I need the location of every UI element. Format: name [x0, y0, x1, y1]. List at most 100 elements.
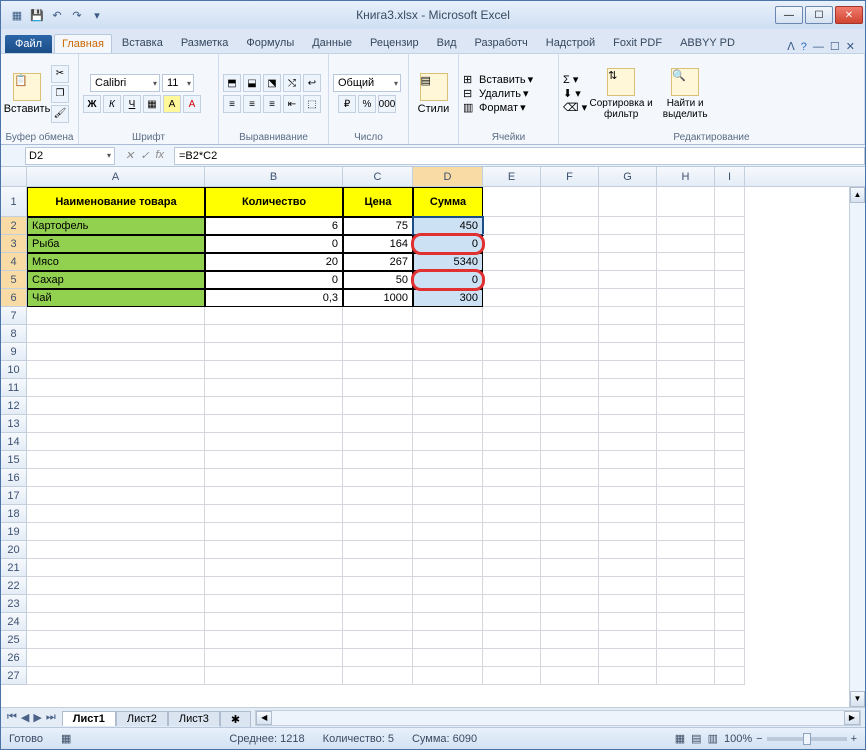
cell-B8[interactable]: [205, 325, 343, 343]
cell-C12[interactable]: [343, 397, 413, 415]
col-header-I[interactable]: I: [715, 167, 745, 186]
cell-A5[interactable]: Сахар: [27, 271, 205, 289]
cell-E20[interactable]: [483, 541, 541, 559]
help-icon[interactable]: ?: [801, 41, 807, 53]
cell-F9[interactable]: [541, 343, 599, 361]
cell-C17[interactable]: [343, 487, 413, 505]
find-button[interactable]: 🔍 Найти и выделить: [655, 61, 715, 127]
cell-D1[interactable]: Сумма: [413, 187, 483, 217]
cell-I5[interactable]: [715, 271, 745, 289]
view-pagebreak-icon[interactable]: ▥: [708, 732, 718, 745]
cancel-formula-icon[interactable]: ✕: [125, 149, 134, 162]
tab-data[interactable]: Данные: [304, 33, 360, 53]
cell-D24[interactable]: [413, 613, 483, 631]
cell-G24[interactable]: [599, 613, 657, 631]
row-header-22[interactable]: 22: [1, 577, 27, 595]
cell-D27[interactable]: [413, 667, 483, 685]
cell-E24[interactable]: [483, 613, 541, 631]
cell-F6[interactable]: [541, 289, 599, 307]
zoom-in-button[interactable]: +: [851, 733, 857, 745]
cell-H24[interactable]: [657, 613, 715, 631]
cell-B19[interactable]: [205, 523, 343, 541]
cell-G1[interactable]: [599, 187, 657, 217]
undo-icon[interactable]: ↶: [49, 7, 65, 23]
cell-B3[interactable]: 0: [205, 235, 343, 253]
formula-input[interactable]: =B2*C2: [174, 147, 865, 165]
cell-C14[interactable]: [343, 433, 413, 451]
row-header-12[interactable]: 12: [1, 397, 27, 415]
cell-H25[interactable]: [657, 631, 715, 649]
close-button[interactable]: ✕: [835, 6, 863, 24]
cell-A14[interactable]: [27, 433, 205, 451]
row-header-19[interactable]: 19: [1, 523, 27, 541]
zoom-slider[interactable]: [767, 737, 847, 741]
cell-B16[interactable]: [205, 469, 343, 487]
cell-I13[interactable]: [715, 415, 745, 433]
cell-H16[interactable]: [657, 469, 715, 487]
merge-icon[interactable]: ⬚: [303, 95, 321, 113]
sheet-nav-prev-icon[interactable]: ◀: [21, 711, 29, 724]
row-header-3[interactable]: 3: [1, 235, 27, 253]
styles-button[interactable]: ▤ Стили: [413, 61, 454, 127]
cell-E21[interactable]: [483, 559, 541, 577]
cell-C2[interactable]: 75: [343, 217, 413, 235]
cell-H8[interactable]: [657, 325, 715, 343]
cell-E1[interactable]: [483, 187, 541, 217]
tab-addins[interactable]: Надстрой: [538, 33, 603, 53]
row-header-1[interactable]: 1: [1, 187, 27, 217]
cell-D17[interactable]: [413, 487, 483, 505]
name-box[interactable]: D2: [25, 147, 115, 165]
cell-I16[interactable]: [715, 469, 745, 487]
cell-H27[interactable]: [657, 667, 715, 685]
cell-H18[interactable]: [657, 505, 715, 523]
cell-A11[interactable]: [27, 379, 205, 397]
row-header-27[interactable]: 27: [1, 667, 27, 685]
wrap-icon[interactable]: ↩: [303, 74, 321, 92]
cell-C3[interactable]: 164: [343, 235, 413, 253]
cell-A16[interactable]: [27, 469, 205, 487]
view-normal-icon[interactable]: ▦: [675, 732, 685, 745]
window-min-icon[interactable]: —: [813, 41, 824, 53]
cell-H13[interactable]: [657, 415, 715, 433]
cell-F3[interactable]: [541, 235, 599, 253]
row-header-16[interactable]: 16: [1, 469, 27, 487]
cell-E4[interactable]: [483, 253, 541, 271]
row-header-9[interactable]: 9: [1, 343, 27, 361]
cell-F8[interactable]: [541, 325, 599, 343]
cell-H6[interactable]: [657, 289, 715, 307]
fx-icon[interactable]: fx: [155, 149, 164, 162]
cell-A2[interactable]: Картофель: [27, 217, 205, 235]
cell-H14[interactable]: [657, 433, 715, 451]
cell-G20[interactable]: [599, 541, 657, 559]
row-header-18[interactable]: 18: [1, 505, 27, 523]
col-header-G[interactable]: G: [599, 167, 657, 186]
cell-B15[interactable]: [205, 451, 343, 469]
tab-foxit[interactable]: Foxit PDF: [605, 33, 670, 53]
font-size-combo[interactable]: 11: [162, 74, 194, 92]
cell-I21[interactable]: [715, 559, 745, 577]
align-center-icon[interactable]: ≡: [243, 95, 261, 113]
cell-E17[interactable]: [483, 487, 541, 505]
indent-dec-icon[interactable]: ⇤: [283, 95, 301, 113]
cell-D7[interactable]: [413, 307, 483, 325]
cell-B18[interactable]: [205, 505, 343, 523]
cell-F24[interactable]: [541, 613, 599, 631]
fill-color-button[interactable]: A: [163, 95, 181, 113]
cell-E9[interactable]: [483, 343, 541, 361]
cell-D19[interactable]: [413, 523, 483, 541]
cell-H15[interactable]: [657, 451, 715, 469]
align-top-icon[interactable]: ⬒: [223, 74, 241, 92]
row-header-11[interactable]: 11: [1, 379, 27, 397]
col-header-A[interactable]: A: [27, 167, 205, 186]
row-header-21[interactable]: 21: [1, 559, 27, 577]
cell-F14[interactable]: [541, 433, 599, 451]
cell-I26[interactable]: [715, 649, 745, 667]
cell-G6[interactable]: [599, 289, 657, 307]
cell-E13[interactable]: [483, 415, 541, 433]
cell-F11[interactable]: [541, 379, 599, 397]
cell-G9[interactable]: [599, 343, 657, 361]
cell-E25[interactable]: [483, 631, 541, 649]
minimize-button[interactable]: —: [775, 6, 803, 24]
cell-A25[interactable]: [27, 631, 205, 649]
cell-I3[interactable]: [715, 235, 745, 253]
